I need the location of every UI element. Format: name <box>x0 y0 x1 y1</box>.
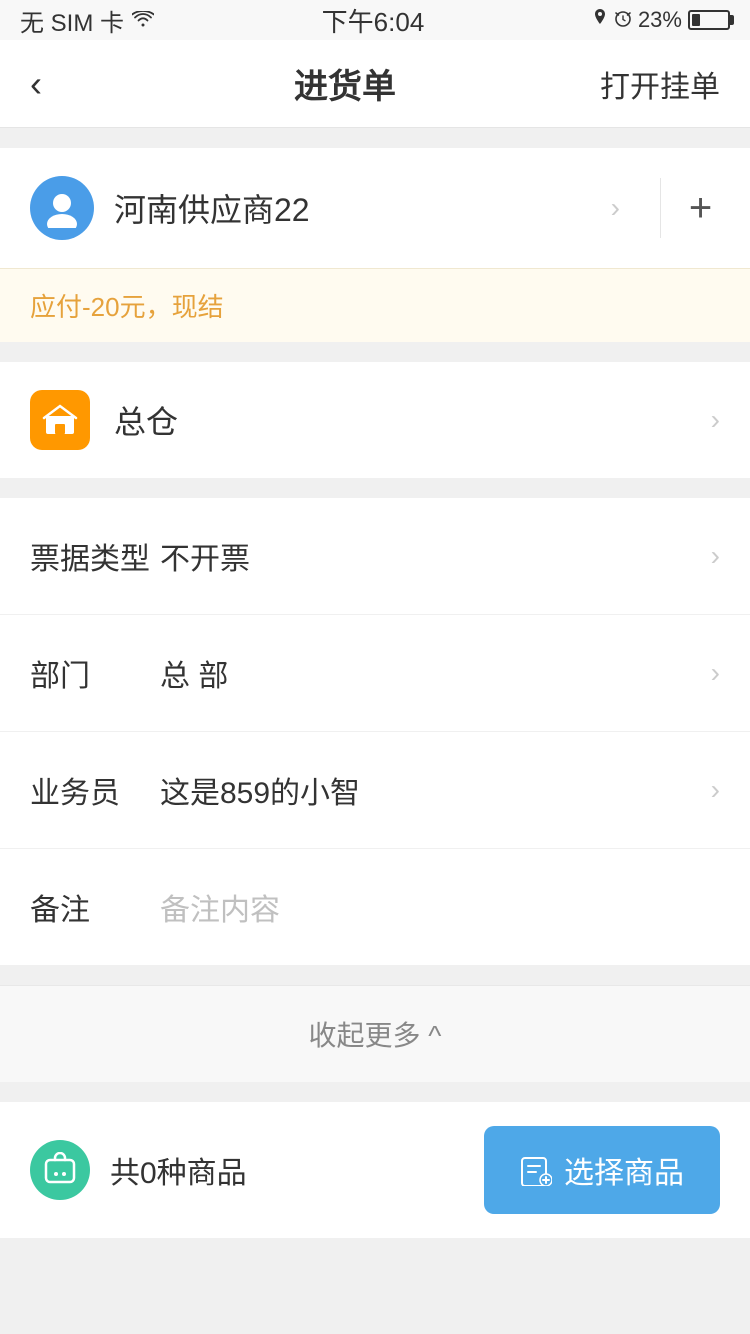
remark-placeholder: 备注内容 <box>160 885 720 929</box>
nav-bar: ‹ 进货单 打开挂单 <box>0 40 750 128</box>
collapse-bar[interactable]: 收起更多 ^ <box>0 985 750 1082</box>
department-value: 总 部 <box>160 651 711 695</box>
supplier-row[interactable]: 河南供应商22 › + <box>0 148 750 268</box>
battery-percent: 23% <box>638 7 682 33</box>
notice-text: 应付-20元，现结 <box>30 292 224 322</box>
back-button[interactable]: ‹ <box>30 63 90 105</box>
form-section: 票据类型 不开票 › 部门 总 部 › 业务员 这是859的小智 › 备注 备注… <box>0 498 750 965</box>
notice-bar: 应付-20元，现结 <box>0 268 750 342</box>
open-pending-button[interactable]: 打开挂单 <box>600 62 720 106</box>
status-bar-left: 无 SIM 卡 <box>20 3 154 38</box>
bottom-bar: 共0种商品 选择商品 <box>0 1102 750 1238</box>
cart-icon-wrap <box>30 1140 90 1200</box>
invoice-label: 票据类型 <box>30 534 160 578</box>
supplier-chevron-icon: › <box>611 192 620 224</box>
content: 河南供应商22 › + 应付-20元，现结 总仓 › 票据类型 不开票 › 部门… <box>0 148 750 1238</box>
warehouse-icon <box>30 390 90 450</box>
invoice-chevron-icon: › <box>711 540 720 572</box>
supplier-name: 河南供应商22 <box>114 185 611 231</box>
location-icon <box>592 7 608 33</box>
department-label: 部门 <box>30 651 160 695</box>
alarm-icon <box>614 7 632 33</box>
invoice-value: 不开票 <box>160 534 711 578</box>
wifi-icon <box>132 6 154 34</box>
status-bar: 无 SIM 卡 下午6:04 23% <box>0 0 750 40</box>
status-bar-time: 下午6:04 <box>322 2 425 39</box>
supplier-section: 河南供应商22 › + 应付-20元，现结 <box>0 148 750 342</box>
department-chevron-icon: › <box>711 657 720 689</box>
carrier-label: 无 SIM 卡 <box>20 3 124 38</box>
add-supplier-button[interactable]: + <box>660 178 720 238</box>
form-row-salesperson[interactable]: 业务员 这是859的小智 › <box>0 732 750 849</box>
warehouse-chevron-icon: › <box>711 404 720 436</box>
select-product-label: 选择商品 <box>564 1148 684 1192</box>
warehouse-row[interactable]: 总仓 › <box>0 362 750 478</box>
product-count: 共0种商品 <box>110 1148 484 1192</box>
remark-label: 备注 <box>30 885 160 929</box>
form-row-remark[interactable]: 备注 备注内容 <box>0 849 750 965</box>
salesperson-label: 业务员 <box>30 768 160 812</box>
collapse-text: 收起更多 ^ <box>309 1020 442 1051</box>
warehouse-label: 总仓 <box>114 397 711 443</box>
supplier-avatar <box>30 176 94 240</box>
salesperson-value: 这是859的小智 <box>160 768 711 812</box>
status-bar-right: 23% <box>592 7 730 33</box>
form-row-invoice[interactable]: 票据类型 不开票 › <box>0 498 750 615</box>
select-product-button[interactable]: 选择商品 <box>484 1126 720 1214</box>
form-row-department[interactable]: 部门 总 部 › <box>0 615 750 732</box>
battery-icon <box>688 10 730 30</box>
page-title: 进货单 <box>294 59 396 108</box>
salesperson-chevron-icon: › <box>711 774 720 806</box>
